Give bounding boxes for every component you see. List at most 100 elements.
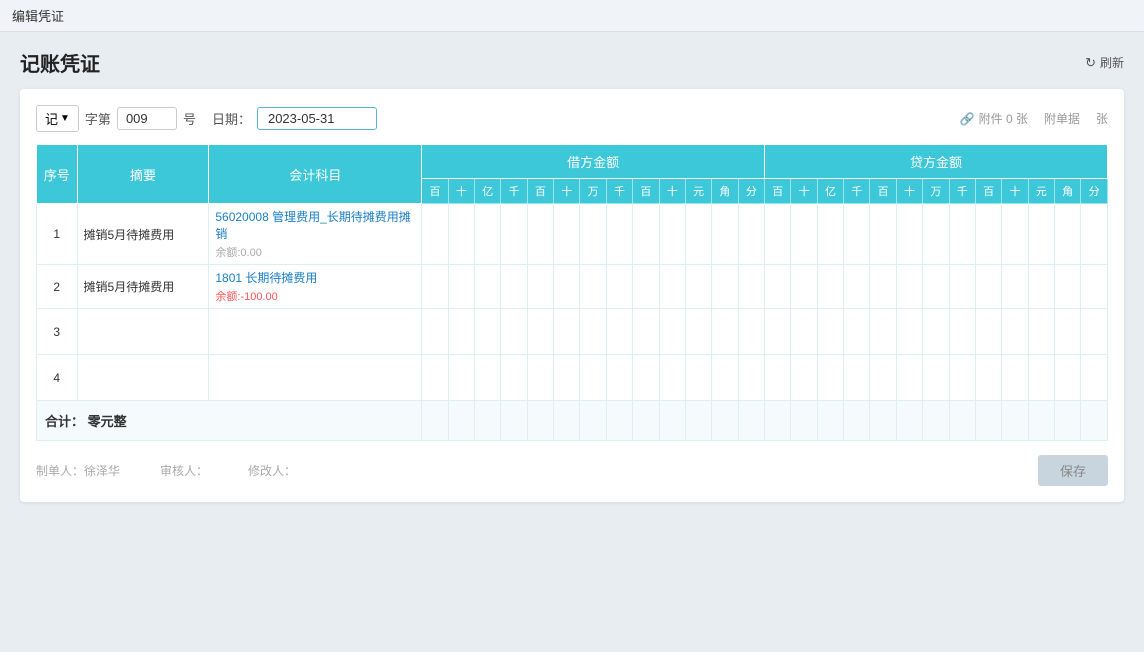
r3-c2[interactable] [791, 309, 817, 355]
r3-d13[interactable] [738, 309, 764, 355]
r1-d4[interactable] [501, 204, 527, 265]
r3-d3[interactable] [475, 309, 501, 355]
r1-c7[interactable] [923, 204, 949, 265]
r1-d10[interactable] [659, 204, 685, 265]
r1-c2[interactable] [791, 204, 817, 265]
r1-c12[interactable] [1055, 204, 1081, 265]
r2-d9[interactable] [633, 265, 659, 309]
r1-c8[interactable] [949, 204, 975, 265]
r4-c8[interactable] [949, 355, 975, 401]
r1-c4[interactable] [844, 204, 870, 265]
r4-c4[interactable] [844, 355, 870, 401]
r2-c7[interactable] [923, 265, 949, 309]
r3-c13[interactable] [1081, 309, 1108, 355]
r1-d1[interactable] [422, 204, 448, 265]
r3-d8[interactable] [606, 309, 632, 355]
r3-c8[interactable] [949, 309, 975, 355]
r3-d6[interactable] [554, 309, 580, 355]
r1-d2[interactable] [448, 204, 474, 265]
r1-c13[interactable] [1081, 204, 1108, 265]
r2-c2[interactable] [791, 265, 817, 309]
r4-d2[interactable] [448, 355, 474, 401]
r2-c4[interactable] [844, 265, 870, 309]
r3-c6[interactable] [896, 309, 922, 355]
r3-d9[interactable] [633, 309, 659, 355]
r2-c3[interactable] [817, 265, 843, 309]
r1-c6[interactable] [896, 204, 922, 265]
r4-c9[interactable] [975, 355, 1001, 401]
r1-c3[interactable] [817, 204, 843, 265]
r2-d13[interactable] [738, 265, 764, 309]
r2-d4[interactable] [501, 265, 527, 309]
row-account-4[interactable] [209, 355, 422, 401]
r4-d8[interactable] [606, 355, 632, 401]
r1-d6[interactable] [554, 204, 580, 265]
r2-d7[interactable] [580, 265, 606, 309]
r3-d2[interactable] [448, 309, 474, 355]
r2-d3[interactable] [475, 265, 501, 309]
r4-c13[interactable] [1081, 355, 1108, 401]
r1-d3[interactable] [475, 204, 501, 265]
r2-c1[interactable] [765, 265, 791, 309]
r2-c8[interactable] [949, 265, 975, 309]
r2-d12[interactable] [712, 265, 738, 309]
r2-d11[interactable] [685, 265, 711, 309]
r2-d10[interactable] [659, 265, 685, 309]
attach-button[interactable]: 🔗 附件 0 张 [960, 110, 1028, 127]
r4-c11[interactable] [1028, 355, 1054, 401]
r4-d13[interactable] [738, 355, 764, 401]
r1-d12[interactable] [712, 204, 738, 265]
r4-d4[interactable] [501, 355, 527, 401]
r4-d5[interactable] [527, 355, 553, 401]
r1-d11[interactable] [685, 204, 711, 265]
r2-d6[interactable] [554, 265, 580, 309]
r4-c2[interactable] [791, 355, 817, 401]
r3-d1[interactable] [422, 309, 448, 355]
row-account-2[interactable]: 1801 长期待摊费用 余额:-100.00 [209, 265, 422, 309]
r4-d3[interactable] [475, 355, 501, 401]
r1-d8[interactable] [606, 204, 632, 265]
row-summary-3[interactable] [77, 309, 209, 355]
r4-d10[interactable] [659, 355, 685, 401]
r3-d7[interactable] [580, 309, 606, 355]
r3-d11[interactable] [685, 309, 711, 355]
r4-d7[interactable] [580, 355, 606, 401]
r2-c13[interactable] [1081, 265, 1108, 309]
r1-d9[interactable] [633, 204, 659, 265]
r3-d12[interactable] [712, 309, 738, 355]
r2-d8[interactable] [606, 265, 632, 309]
date-input[interactable] [257, 107, 377, 130]
r3-d10[interactable] [659, 309, 685, 355]
r4-c6[interactable] [896, 355, 922, 401]
voucher-number-input[interactable] [117, 107, 177, 130]
r3-c9[interactable] [975, 309, 1001, 355]
row-summary-1[interactable]: 摊销5月待摊费用 [77, 204, 209, 265]
r4-d12[interactable] [712, 355, 738, 401]
r4-d6[interactable] [554, 355, 580, 401]
r3-d4[interactable] [501, 309, 527, 355]
r4-c10[interactable] [1002, 355, 1028, 401]
r1-d13[interactable] [738, 204, 764, 265]
r3-c12[interactable] [1055, 309, 1081, 355]
row-summary-2[interactable]: 摊销5月待摊费用 [77, 265, 209, 309]
r1-c1[interactable] [765, 204, 791, 265]
r3-d5[interactable] [527, 309, 553, 355]
r3-c5[interactable] [870, 309, 896, 355]
r2-d5[interactable] [527, 265, 553, 309]
row-summary-4[interactable] [77, 355, 209, 401]
r2-c9[interactable] [975, 265, 1001, 309]
r1-d5[interactable] [527, 204, 553, 265]
r1-c10[interactable] [1002, 204, 1028, 265]
save-button[interactable]: 保存 [1038, 455, 1108, 486]
r4-c1[interactable] [765, 355, 791, 401]
r2-c12[interactable] [1055, 265, 1081, 309]
r2-c11[interactable] [1028, 265, 1054, 309]
r4-c5[interactable] [870, 355, 896, 401]
r2-c6[interactable] [896, 265, 922, 309]
row-account-3[interactable] [209, 309, 422, 355]
r3-c3[interactable] [817, 309, 843, 355]
r4-c12[interactable] [1055, 355, 1081, 401]
r1-c5[interactable] [870, 204, 896, 265]
r3-c4[interactable] [844, 309, 870, 355]
r4-c7[interactable] [923, 355, 949, 401]
